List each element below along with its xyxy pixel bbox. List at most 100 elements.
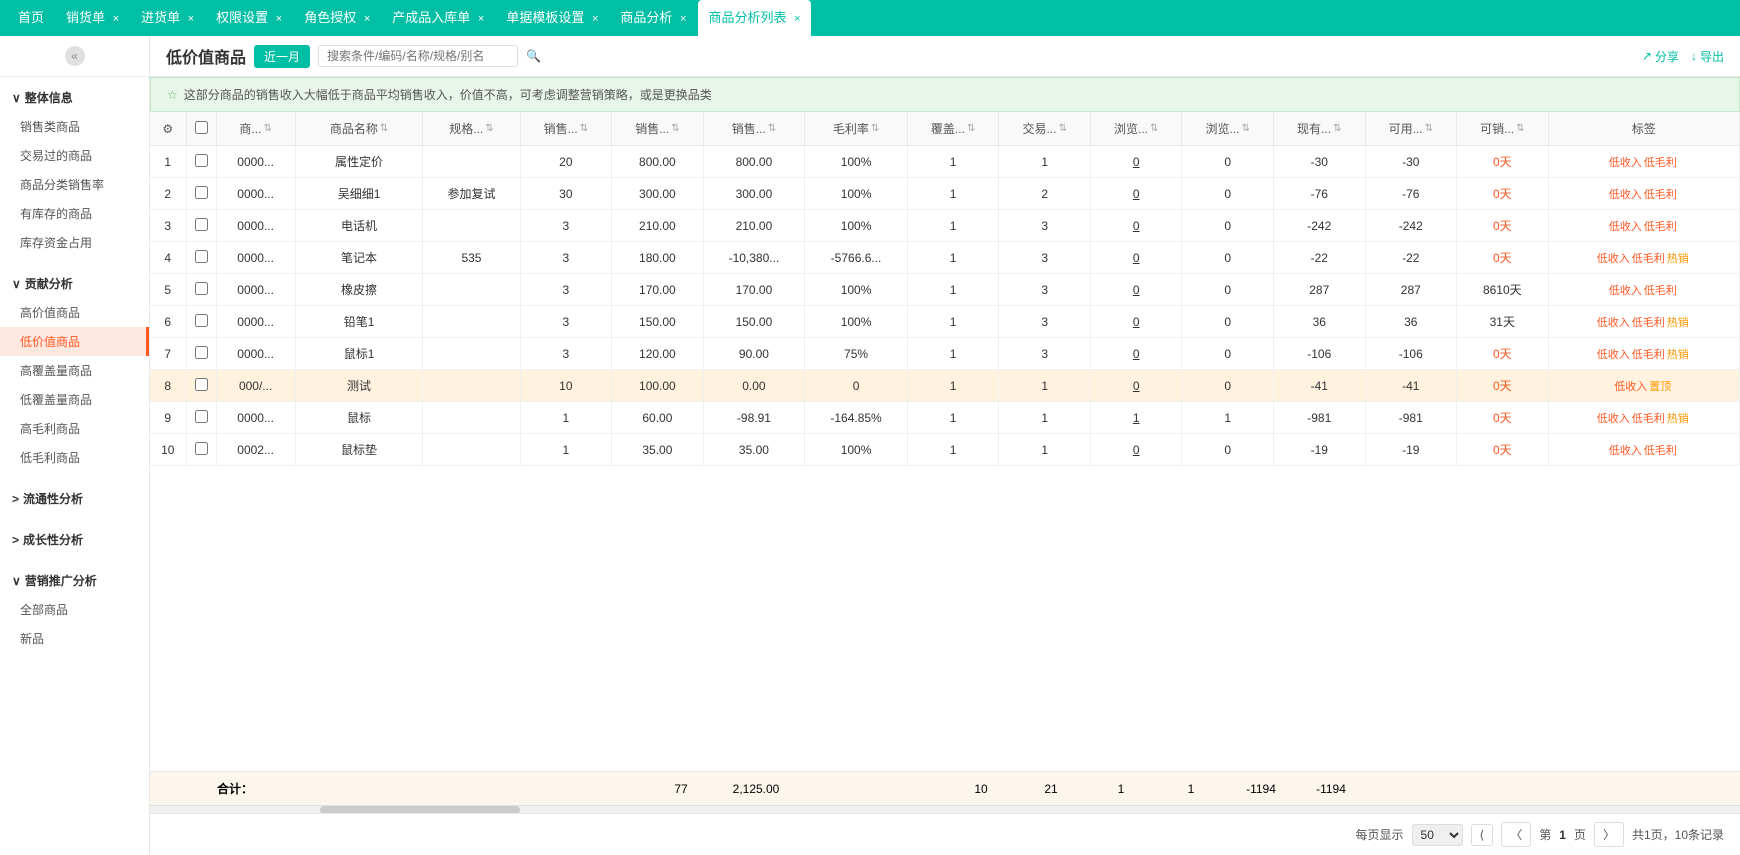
browse-link[interactable]: 0 <box>1133 347 1140 361</box>
row-browse1[interactable]: 0 <box>1090 146 1182 178</box>
search-icon[interactable]: 🔍 <box>526 49 541 63</box>
sidebar-item-new-goods[interactable]: 新品 <box>0 624 149 653</box>
sidebar-item-sales-goods[interactable]: 销售类商品 <box>0 112 149 141</box>
col-coverage[interactable]: 覆盖... ⇅ <box>907 112 999 146</box>
sidebar-group-marketing-title[interactable]: ∨ 营销推广分析 <box>0 566 149 595</box>
col-s1[interactable]: 销售... ⇅ <box>520 112 612 146</box>
row-checkbox-cell[interactable] <box>186 178 216 210</box>
col-s2[interactable]: 销售... ⇅ <box>612 112 704 146</box>
sidebar-item-low-coverage[interactable]: 低覆盖量商品 <box>0 385 149 414</box>
row-checkbox[interactable] <box>195 378 208 391</box>
nav-role-close[interactable]: × <box>364 13 370 25</box>
browse-link[interactable]: 0 <box>1133 443 1140 457</box>
row-browse1[interactable]: 0 <box>1090 434 1182 466</box>
row-browse1[interactable]: 0 <box>1090 242 1182 274</box>
sidebar-item-low-margin[interactable]: 低毛利商品 <box>0 443 149 472</box>
browse-link[interactable]: 0 <box>1133 187 1140 201</box>
browse-link[interactable]: 1 <box>1133 411 1140 425</box>
nav-template-close[interactable]: × <box>592 13 598 25</box>
browse-link[interactable]: 0 <box>1133 283 1140 297</box>
row-checkbox[interactable] <box>195 314 208 327</box>
row-checkbox-cell[interactable] <box>186 434 216 466</box>
browse-link[interactable]: 0 <box>1133 219 1140 233</box>
row-browse1[interactable]: 0 <box>1090 274 1182 306</box>
col-settings[interactable]: ⚙ <box>150 112 186 146</box>
row-checkbox[interactable] <box>195 346 208 359</box>
col-sellable[interactable]: 可销... ⇅ <box>1457 112 1549 146</box>
col-current[interactable]: 现有... ⇅ <box>1273 112 1365 146</box>
row-checkbox-cell[interactable] <box>186 402 216 434</box>
row-browse1[interactable]: 0 <box>1090 210 1182 242</box>
nav-goods-analysis[interactable]: 商品分析 × <box>610 0 696 36</box>
row-checkbox-cell[interactable] <box>186 306 216 338</box>
page-size-select[interactable]: 50 100 200 <box>1412 824 1463 846</box>
col-browse2[interactable]: 浏览... ⇅ <box>1182 112 1274 146</box>
export-button[interactable]: ↓ 导出 <box>1691 48 1724 65</box>
col-available[interactable]: 可用... ⇅ <box>1365 112 1457 146</box>
sidebar-group-contribution-title[interactable]: ∨ 贡献分析 <box>0 269 149 298</box>
row-browse1[interactable]: 0 <box>1090 306 1182 338</box>
row-checkbox[interactable] <box>195 282 208 295</box>
first-page-button[interactable]: ⟨ <box>1471 824 1494 846</box>
row-browse1[interactable]: 1 <box>1090 402 1182 434</box>
row-browse1[interactable]: 0 <box>1090 338 1182 370</box>
nav-sales-close[interactable]: × <box>113 13 119 25</box>
browse-link[interactable]: 0 <box>1133 315 1140 329</box>
row-checkbox-cell[interactable] <box>186 146 216 178</box>
sidebar-item-stock-goods[interactable]: 有库存的商品 <box>0 199 149 228</box>
col-code[interactable]: 商... ⇅ <box>216 112 295 146</box>
sidebar-group-overall-title[interactable]: ∨ 整体信息 <box>0 83 149 112</box>
nav-product-in-close[interactable]: × <box>478 13 484 25</box>
next-page-button[interactable]: 〉 <box>1594 822 1624 847</box>
nav-role[interactable]: 角色授权 × <box>294 0 380 36</box>
col-spec[interactable]: 规格... ⇅ <box>423 112 520 146</box>
share-button[interactable]: ↗ 分享 <box>1642 48 1679 65</box>
row-checkbox-cell[interactable] <box>186 242 216 274</box>
sidebar-group-liquidity-title[interactable]: > 流通性分析 <box>0 484 149 513</box>
sidebar-group-growth-title[interactable]: > 成长性分析 <box>0 525 149 554</box>
search-input[interactable] <box>318 45 518 67</box>
prev-page-button[interactable]: 〈 <box>1501 822 1531 847</box>
col-trade[interactable]: 交易... ⇅ <box>999 112 1091 146</box>
select-all-checkbox[interactable] <box>195 121 208 134</box>
row-browse1[interactable]: 0 <box>1090 178 1182 210</box>
row-checkbox[interactable] <box>195 410 208 423</box>
sidebar-item-stock-capital[interactable]: 库存资金占用 <box>0 228 149 257</box>
row-checkbox-cell[interactable] <box>186 274 216 306</box>
col-s3[interactable]: 销售... ⇅ <box>703 112 805 146</box>
browse-link[interactable]: 0 <box>1133 155 1140 169</box>
row-checkbox-cell[interactable] <box>186 210 216 242</box>
nav-purchase-close[interactable]: × <box>188 13 194 25</box>
nav-home[interactable]: 首页 <box>8 0 54 36</box>
browse-link[interactable]: 0 <box>1133 379 1140 393</box>
col-browse1[interactable]: 浏览... ⇅ <box>1090 112 1182 146</box>
nav-sales[interactable]: 销货单 × <box>56 0 129 36</box>
nav-template[interactable]: 单据模板设置 × <box>496 0 608 36</box>
row-checkbox[interactable] <box>195 186 208 199</box>
col-name[interactable]: 商品名称 ⇅ <box>295 112 423 146</box>
sidebar-item-low-value[interactable]: 低价值商品 <box>0 327 149 356</box>
col-checkbox[interactable] <box>186 112 216 146</box>
row-browse1[interactable]: 0 <box>1090 370 1182 402</box>
scrollbar-area[interactable] <box>150 805 1740 813</box>
sidebar-item-high-coverage[interactable]: 高覆盖量商品 <box>0 356 149 385</box>
nav-product-in[interactable]: 产成品入库单 × <box>382 0 494 36</box>
row-checkbox-cell[interactable] <box>186 370 216 402</box>
sidebar-item-traded-goods[interactable]: 交易过的商品 <box>0 141 149 170</box>
nav-goods-analysis-close[interactable]: × <box>680 13 686 25</box>
row-checkbox[interactable] <box>195 218 208 231</box>
sidebar-item-high-value[interactable]: 高价值商品 <box>0 298 149 327</box>
sidebar-item-all-goods[interactable]: 全部商品 <box>0 595 149 624</box>
row-checkbox-cell[interactable] <box>186 338 216 370</box>
nav-purchase[interactable]: 进货单 × <box>131 0 204 36</box>
nav-permission[interactable]: 权限设置 × <box>206 0 292 36</box>
sidebar-item-high-margin[interactable]: 高毛利商品 <box>0 414 149 443</box>
col-gross[interactable]: 毛利率 ⇅ <box>805 112 908 146</box>
row-checkbox[interactable] <box>195 250 208 263</box>
browse-link[interactable]: 0 <box>1133 251 1140 265</box>
row-checkbox[interactable] <box>195 442 208 455</box>
nav-goods-list-close[interactable]: × <box>794 13 800 25</box>
sidebar-collapse-btn[interactable]: « <box>65 46 85 66</box>
row-checkbox[interactable] <box>195 154 208 167</box>
sidebar-item-category-rate[interactable]: 商品分类销售率 <box>0 170 149 199</box>
